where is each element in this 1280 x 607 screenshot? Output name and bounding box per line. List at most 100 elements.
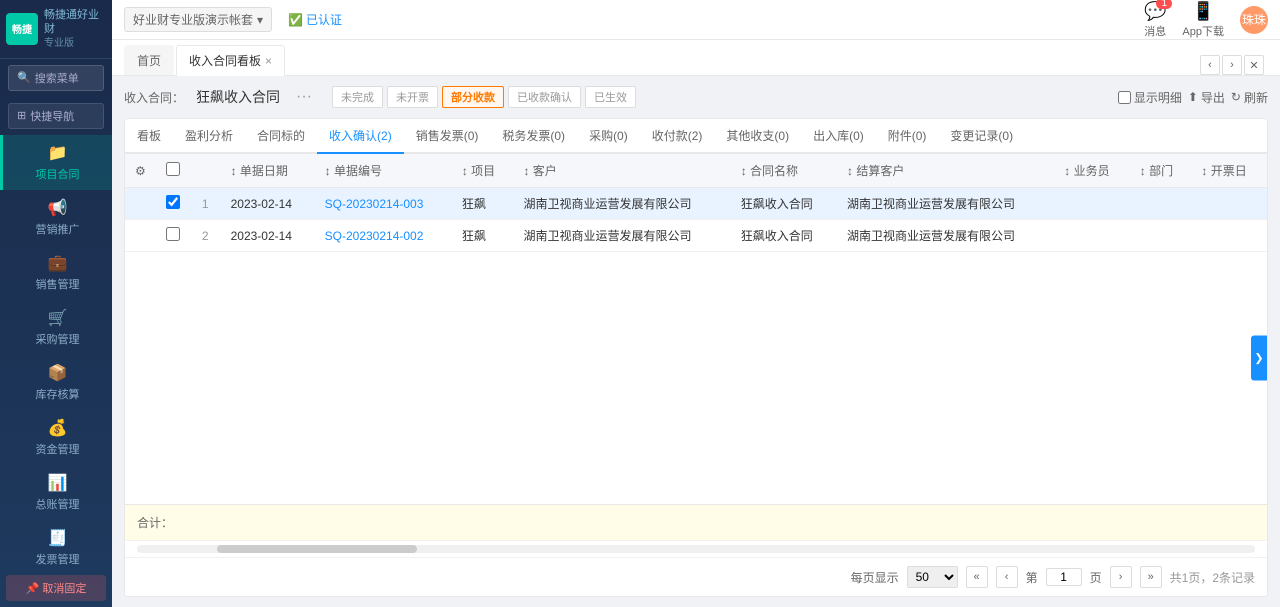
sidebar-item-invoice[interactable]: 🧾 发票管理 — [0, 520, 112, 569]
rownum-col-header — [190, 154, 221, 188]
doc-link-1[interactable]: SQ-20230214-003 — [325, 197, 424, 211]
right-float-button[interactable]: ❯ — [1251, 335, 1267, 380]
download-icon: 📱 — [1192, 1, 1214, 22]
tab-bar: 首页 收入合同看板 × ‹ › ✕ — [112, 40, 1280, 76]
sidebar-item-purchase[interactable]: 🛒 采购管理 — [0, 300, 112, 355]
contract-tab-payment[interactable]: 收付款(2) — [640, 119, 715, 154]
row-opendate-2 — [1191, 220, 1267, 252]
sidebar-item-finance[interactable]: 💰 资金管理 — [0, 410, 112, 465]
tab-next-button[interactable]: › — [1222, 55, 1242, 75]
status-btn-partial[interactable]: 部分收款 — [442, 86, 504, 108]
page-label: 第 — [1026, 569, 1038, 586]
sidebar-item-inventory[interactable]: 📦 库存核算 — [0, 355, 112, 410]
contract-content-wrapper: 看板盈利分析合同标的收入确认(2)销售发票(0)税务发票(0)采购(0)收付款(… — [124, 118, 1268, 597]
last-page-button[interactable]: » — [1140, 566, 1162, 588]
contract-tab-change_log[interactable]: 变更记录(0) — [938, 119, 1025, 154]
contract-tab-profit[interactable]: 盈利分析 — [173, 119, 245, 154]
content-area: 收入合同： 狂飙收入合同 ··· 未完成未开票部分收款已收款确认已生效 显示明细… — [112, 76, 1280, 607]
row-settings-1 — [125, 188, 156, 220]
contract-tab-standards[interactable]: 合同标的 — [245, 119, 317, 154]
tab-home[interactable]: 首页 — [124, 45, 174, 75]
verified-badge: ✅ 已认证 — [288, 11, 342, 28]
contract-tab-attachment[interactable]: 附件(0) — [876, 119, 939, 154]
row-contract-1: 狂飙收入合同 — [731, 188, 837, 220]
sidebar-item-general[interactable]: 📊 总账管理 — [0, 465, 112, 520]
sidebar-icon-finance: 💰 — [48, 418, 68, 438]
prev-page-button[interactable]: ‹ — [996, 566, 1018, 588]
tab-label-contract: 收入合同看板 — [189, 54, 261, 68]
company-selector[interactable]: 好业财专业版演示帐套 ▾ — [124, 7, 272, 32]
page-number-input[interactable] — [1046, 568, 1082, 586]
contract-tab-tax_invoice[interactable]: 税务发票(0) — [490, 119, 577, 154]
quick-nav-area: ⊞ 快捷导航 — [0, 97, 112, 135]
row-num-1: 1 — [190, 188, 221, 220]
main-content: 好业财专业版演示帐套 ▾ ✅ 已认证 💬 1 消息 📱 App下载 珠珠 — [112, 0, 1280, 607]
message-button[interactable]: 💬 1 消息 — [1144, 1, 1166, 39]
sidebar-icon-invoice: 🧾 — [48, 528, 68, 548]
row-num-2: 2 — [190, 220, 221, 252]
tab-nav-buttons: ‹ › ✕ — [1200, 55, 1264, 75]
collapse-icon: ❯ — [1254, 351, 1263, 364]
table-row[interactable]: 1 2023-02-14 SQ-20230214-003 狂飙 湖南卫视商业运营… — [125, 188, 1267, 220]
quick-nav-button[interactable]: ⊞ 快捷导航 — [8, 103, 104, 129]
row-checkbox-1[interactable] — [166, 195, 180, 209]
sidebar-item-project[interactable]: 📁 项目合同 — [0, 135, 112, 190]
export-button[interactable]: ⬆ 导出 — [1188, 89, 1225, 106]
sidebar-logo: 畅捷 畅捷通好业财 专业版 — [0, 0, 112, 59]
status-btn-confirmed[interactable]: 已收款确认 — [508, 86, 581, 108]
sidebar-item-marketing[interactable]: 📢 营销推广 — [0, 190, 112, 245]
page-suffix: 页 — [1090, 569, 1102, 586]
select-all-checkbox[interactable] — [166, 162, 180, 176]
tab-contract[interactable]: 收入合同看板 × — [176, 45, 285, 76]
show-detail-checkbox-label[interactable]: 显示明细 — [1118, 89, 1182, 106]
row-project-1: 狂飙 — [452, 188, 514, 220]
row-checkbox-cell-2 — [156, 220, 190, 252]
row-project-2: 狂飙 — [452, 220, 514, 252]
sidebar-bottom: 📌 取消固定 — [0, 569, 112, 607]
refresh-button[interactable]: ↻ 刷新 — [1231, 89, 1268, 106]
sidebar-icon-inventory: 📦 — [48, 363, 68, 383]
app-download-button[interactable]: 📱 App下载 — [1182, 1, 1224, 39]
message-badge: 1 — [1156, 0, 1172, 9]
next-page-button[interactable]: › — [1110, 566, 1132, 588]
tab-prev-button[interactable]: ‹ — [1200, 55, 1220, 75]
billing-customer-col-header: ↕ 结算客户 — [837, 154, 1054, 188]
contract-tab-other_income[interactable]: 其他收支(0) — [714, 119, 801, 154]
contract-tab-board[interactable]: 看板 — [125, 119, 173, 154]
contract-tab-sales_invoice[interactable]: 销售发票(0) — [404, 119, 491, 154]
data-table: ⚙ ↕ 单据日期 ↕ 单据编号 — [125, 154, 1267, 252]
user-avatar[interactable]: 珠珠 — [1240, 6, 1268, 34]
scroll-thumb[interactable] — [217, 545, 417, 553]
export-icon: ⬆ — [1188, 90, 1198, 104]
status-btn-effective[interactable]: 已生效 — [585, 86, 636, 108]
sidebar-item-sales[interactable]: 💼 销售管理 — [0, 245, 112, 300]
status-btn-uncompleted[interactable]: 未完成 — [332, 86, 383, 108]
open-date-col-header: ↕ 开票日 — [1191, 154, 1267, 188]
table-container: ⚙ ↕ 单据日期 ↕ 单据编号 — [125, 154, 1267, 596]
row-salesperson-2 — [1054, 220, 1130, 252]
status-buttons: 未完成未开票部分收款已收款确认已生效 — [332, 86, 636, 108]
status-btn-uninvoiced[interactable]: 未开票 — [387, 86, 438, 108]
tab-close-all-button[interactable]: ✕ — [1244, 55, 1264, 75]
doc-link-2[interactable]: SQ-20230214-002 — [325, 229, 424, 243]
search-menu-button[interactable]: 🔍 搜索菜单 — [8, 65, 104, 91]
search-icon: 🔍 — [17, 71, 31, 84]
sidebar-icon-sales: 💼 — [48, 253, 68, 273]
table-row[interactable]: 2 2023-02-14 SQ-20230214-002 狂飙 湖南卫视商业运营… — [125, 220, 1267, 252]
first-page-button[interactable]: « — [966, 566, 988, 588]
row-dept-1 — [1130, 188, 1192, 220]
contract-tab-confirm[interactable]: 收入确认(2) — [317, 119, 404, 154]
row-billing-2: 湖南卫视商业运营发展有限公司 — [837, 220, 1054, 252]
contract-tab-purchase[interactable]: 采购(0) — [577, 119, 640, 154]
row-dept-2 — [1130, 220, 1192, 252]
tab-close-contract[interactable]: × — [265, 54, 272, 68]
page-size-select[interactable]: 2050100 — [907, 566, 958, 588]
contract-tab-warehouse[interactable]: 出入库(0) — [801, 119, 876, 154]
row-checkbox-2[interactable] — [166, 227, 180, 241]
company-name: 好业财专业版演示帐套 — [133, 11, 253, 28]
unpin-button[interactable]: 📌 取消固定 — [6, 575, 106, 601]
more-options-button[interactable]: ··· — [292, 88, 316, 106]
chevron-down-icon: ▾ — [257, 13, 263, 27]
sidebar-icon-general: 📊 — [48, 473, 68, 493]
show-detail-checkbox[interactable] — [1118, 91, 1131, 104]
